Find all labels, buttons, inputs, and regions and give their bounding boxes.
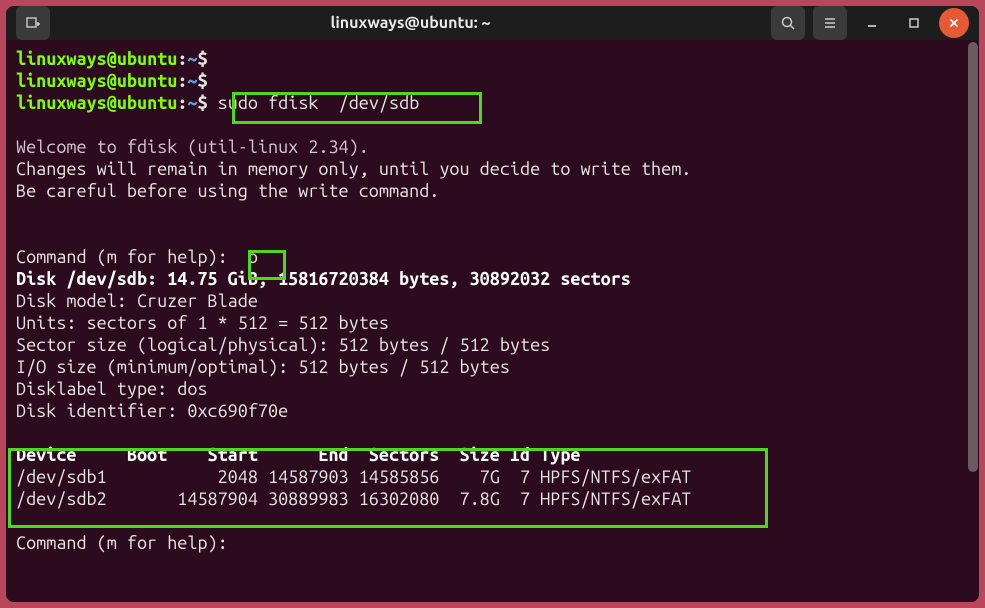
path: ~ <box>187 93 197 113</box>
partition-header-line: Device Boot Start End Sectors Size Id Ty… <box>16 444 955 466</box>
scrollbar-thumb[interactable] <box>968 42 978 472</box>
units-line: Units: sectors of 1 * 512 = 512 bytes <box>16 312 955 334</box>
close-button[interactable] <box>939 8 969 38</box>
close-icon <box>947 16 961 30</box>
host: ubuntu <box>117 49 177 69</box>
prompt-symbol: $ <box>198 49 208 69</box>
user: linuxways <box>16 93 107 113</box>
colon: : <box>177 93 187 113</box>
search-button[interactable] <box>771 6 805 40</box>
maximize-icon <box>907 16 921 30</box>
partition-row-1: /dev/sdb1 2048 14587903 14585856 7G 7 HP… <box>16 466 955 488</box>
label-type-line: Disklabel type: dos <box>16 378 955 400</box>
host: ubuntu <box>117 93 177 113</box>
path: ~ <box>187 71 197 91</box>
terminal-scrollbar[interactable] <box>965 40 979 602</box>
prompt-line: linuxways@ubuntu:~$ <box>16 70 955 92</box>
hamburger-icon <box>822 15 838 31</box>
sector-size-line: Sector size (logical/physical): 512 byte… <box>16 334 955 356</box>
terminal-output[interactable]: linuxways@ubuntu:~$ linuxways@ubuntu:~$ … <box>6 40 965 602</box>
partition-row-2: /dev/sdb2 14587904 30889983 16302080 7.8… <box>16 488 955 510</box>
disk-header-line: Disk /dev/sdb: 14.75 GiB, 15816720384 by… <box>16 268 955 290</box>
changes-line: Changes will remain in memory only, unti… <box>16 158 955 180</box>
at-sign: @ <box>107 93 117 113</box>
window-title: linuxways@ubuntu: ~ <box>58 14 763 32</box>
titlebar: linuxways@ubuntu: ~ <box>6 6 979 40</box>
fdisk-prompt: Command (m for help): <box>16 247 238 267</box>
fdisk-command-prompt-line: Command (m for help): p <box>16 246 955 268</box>
at-sign: @ <box>107 71 117 91</box>
blank-line <box>16 202 955 224</box>
blank-line <box>16 422 955 444</box>
new-tab-button[interactable] <box>16 6 50 40</box>
terminal-window: linuxways@ubuntu: ~ linuxways@ubuntu:~$ … <box>6 6 979 602</box>
blank-line <box>16 510 955 532</box>
host: ubuntu <box>117 71 177 91</box>
minimize-button[interactable] <box>855 6 889 40</box>
colon: : <box>177 49 187 69</box>
new-tab-icon <box>25 15 41 31</box>
p-input: p <box>238 247 268 267</box>
command-fdisk: sudo fdisk /dev/sdb <box>208 93 430 113</box>
prompt-line-command: linuxways@ubuntu:~$ sudo fdisk /dev/sdb <box>16 92 955 114</box>
prompt-symbol: $ <box>198 71 208 91</box>
welcome-line: Welcome to fdisk (util-linux 2.34). <box>16 136 955 158</box>
user: linuxways <box>16 49 107 69</box>
identifier-line: Disk identifier: 0xc690f70e <box>16 400 955 422</box>
colon: : <box>177 71 187 91</box>
titlebar-controls <box>771 6 969 40</box>
io-size-line: I/O size (minimum/optimal): 512 bytes / … <box>16 356 955 378</box>
terminal-body: linuxways@ubuntu:~$ linuxways@ubuntu:~$ … <box>6 40 979 602</box>
prompt-line: linuxways@ubuntu:~$ <box>16 48 955 70</box>
user: linuxways <box>16 71 107 91</box>
search-icon <box>780 15 796 31</box>
blank-line <box>16 224 955 246</box>
at-sign: @ <box>107 49 117 69</box>
prompt-symbol: $ <box>198 93 208 113</box>
maximize-button[interactable] <box>897 6 931 40</box>
menu-button[interactable] <box>813 6 847 40</box>
command-empty <box>208 49 218 69</box>
blank-line <box>16 114 955 136</box>
command-empty <box>208 71 218 91</box>
disk-model-line: Disk model: Cruzer Blade <box>16 290 955 312</box>
fdisk-prompt-2: Command (m for help): <box>16 532 955 554</box>
minimize-icon <box>865 16 879 30</box>
careful-line: Be careful before using the write comman… <box>16 180 955 202</box>
path: ~ <box>187 49 197 69</box>
